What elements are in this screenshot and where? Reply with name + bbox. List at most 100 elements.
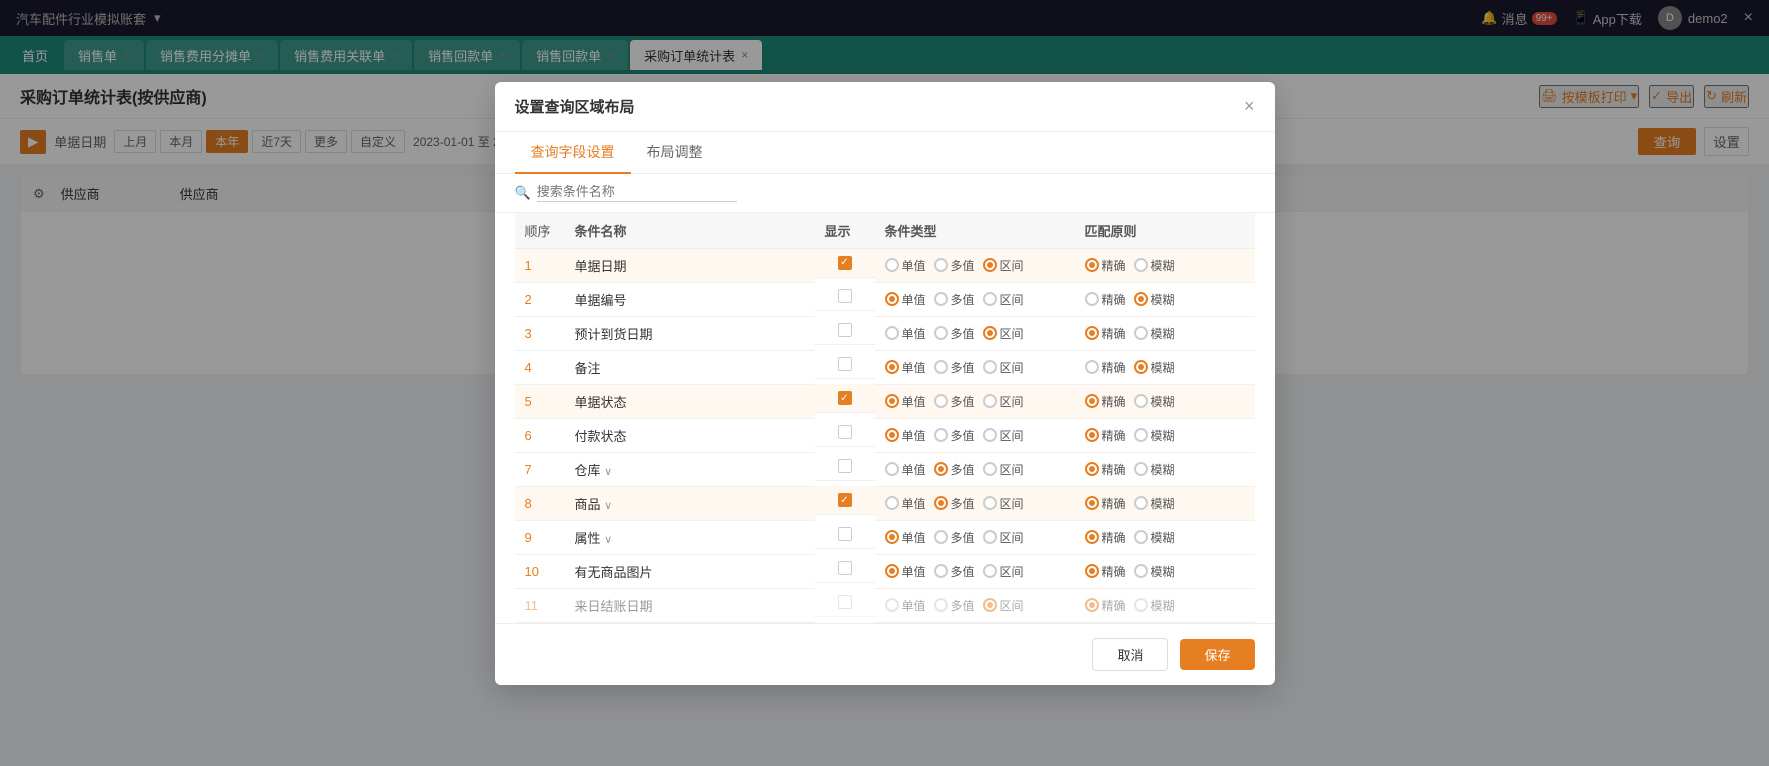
radio-type-多值[interactable]: 多值 [934,359,975,376]
radio-match-精确[interactable]: 精确 [1085,461,1126,478]
radio-type-多值[interactable]: 多值 [934,427,975,444]
radio-type-多值[interactable]: 多值 [934,563,975,580]
radio-match-精确[interactable]: 精确 [1085,529,1126,546]
radio-match-模糊[interactable]: 模糊 [1134,529,1175,546]
tab-layout-adjust[interactable]: 布局调整 [631,132,719,174]
radio-type-多值[interactable]: 多值 [934,495,975,512]
th-type: 条件类型 [875,213,1075,249]
radio-match-模糊[interactable]: 模糊 [1134,427,1175,444]
row-show-checkbox[interactable]: ✓ [815,384,875,413]
radio-type-单值[interactable]: 单值 [885,257,926,274]
radio-type-单值[interactable]: 单值 [885,325,926,342]
checkbox-box[interactable] [838,289,852,303]
radio-match-精确[interactable]: 精确 [1085,291,1126,308]
cancel-button[interactable]: 取消 [1092,638,1168,671]
checkbox-box[interactable] [838,561,852,575]
row-show-checkbox[interactable] [815,588,875,617]
radio-circle [885,326,899,340]
radio-match-模糊[interactable]: 模糊 [1134,393,1175,410]
modal-close-button[interactable]: × [1244,97,1255,115]
radio-match-模糊[interactable]: 模糊 [1134,257,1175,274]
radio-match-模糊[interactable]: 模糊 [1134,495,1175,512]
checkbox-box[interactable] [838,595,852,609]
checkbox-box[interactable] [838,323,852,337]
row-show-checkbox[interactable] [815,316,875,345]
radio-type-单值[interactable]: 单值 [885,427,926,444]
modal-table-wrap: 顺序 条件名称 显示 条件类型 匹配原则 1单据日期✓单值多值区间精确模糊2单据… [495,213,1275,623]
radio-type-区间[interactable]: 区间 [983,495,1024,512]
radio-circle [934,360,948,374]
radio-type-区间[interactable]: 区间 [983,529,1024,546]
row-show-checkbox[interactable]: ✓ [815,486,875,515]
row-show-checkbox[interactable] [815,282,875,311]
radio-type-单值[interactable]: 单值 [885,563,926,580]
radio-type-区间[interactable]: 区间 [983,291,1024,308]
checkbox-box[interactable] [838,459,852,473]
row-show-checkbox[interactable]: ✓ [815,249,875,278]
radio-circle [934,496,948,510]
radio-type-单值[interactable]: 单值 [885,495,926,512]
radio-match-精确[interactable]: 精确 [1085,563,1126,580]
radio-circle [1085,326,1099,340]
radio-type-区间[interactable]: 区间 [983,325,1024,342]
radio-type-区间[interactable]: 区间 [983,393,1024,410]
row-show-checkbox[interactable] [815,520,875,549]
radio-match-模糊[interactable]: 模糊 [1134,461,1175,478]
search-input[interactable] [537,184,737,202]
checkbox-box[interactable] [838,425,852,439]
save-button[interactable]: 保存 [1180,639,1254,670]
radio-type-多值[interactable]: 多值 [934,461,975,478]
radio-match-模糊[interactable]: 模糊 [1134,291,1175,308]
row-type: 单值多值区间 [875,418,1075,452]
radio-type-多值[interactable]: 多值 [934,257,975,274]
radio-match-模糊[interactable]: 模糊 [1134,325,1175,342]
row-show-checkbox[interactable] [815,418,875,447]
tab-query-fields[interactable]: 查询字段设置 [515,132,631,174]
radio-circle [1085,428,1099,442]
radio-type-多值[interactable]: 多值 [934,393,975,410]
radio-type-区间[interactable]: 区间 [983,461,1024,478]
radio-type-区间[interactable]: 区间 [983,427,1024,444]
checkbox-box[interactable]: ✓ [838,391,852,405]
radio-circle [885,428,899,442]
radio-match-模糊[interactable]: 模糊 [1134,597,1175,614]
radio-match-精确[interactable]: 精确 [1085,393,1126,410]
checkbox-box[interactable]: ✓ [838,493,852,507]
radio-match-精确[interactable]: 精确 [1085,495,1126,512]
radio-type-单值[interactable]: 单值 [885,291,926,308]
radio-match-精确[interactable]: 精确 [1085,427,1126,444]
table-row: 1单据日期✓单值多值区间精确模糊 [515,248,1255,282]
row-match: 精确模糊 [1075,282,1255,316]
radio-type-单值[interactable]: 单值 [885,597,926,614]
checkbox-box[interactable] [838,527,852,541]
row-order: 3 [515,316,565,350]
radio-type-单值[interactable]: 单值 [885,461,926,478]
radio-type-区间[interactable]: 区间 [983,563,1024,580]
checkbox-box[interactable]: ✓ [838,256,852,270]
radio-match-精确[interactable]: 精确 [1085,325,1126,342]
radio-match-精确[interactable]: 精确 [1085,597,1126,614]
row-order: 10 [515,554,565,588]
row-order: 6 [515,418,565,452]
row-type: 单值多值区间 [875,520,1075,554]
radio-type-多值[interactable]: 多值 [934,325,975,342]
radio-type-单值[interactable]: 单值 [885,393,926,410]
radio-type-区间[interactable]: 区间 [983,359,1024,376]
radio-match-模糊[interactable]: 模糊 [1134,359,1175,376]
row-show-checkbox[interactable] [815,350,875,379]
radio-type-区间[interactable]: 区间 [983,257,1024,274]
row-show-checkbox[interactable] [815,554,875,583]
radio-type-多值[interactable]: 多值 [934,597,975,614]
radio-match-模糊[interactable]: 模糊 [1134,563,1175,580]
radio-circle [885,496,899,510]
radio-type-单值[interactable]: 单值 [885,529,926,546]
radio-type-单值[interactable]: 单值 [885,359,926,376]
radio-match-精确[interactable]: 精确 [1085,257,1126,274]
checkbox-box[interactable] [838,357,852,371]
radio-type-区间[interactable]: 区间 [983,597,1024,614]
radio-type-多值[interactable]: 多值 [934,529,975,546]
row-show-checkbox[interactable] [815,452,875,481]
radio-circle [1134,326,1148,340]
radio-match-精确[interactable]: 精确 [1085,359,1126,376]
radio-type-多值[interactable]: 多值 [934,291,975,308]
